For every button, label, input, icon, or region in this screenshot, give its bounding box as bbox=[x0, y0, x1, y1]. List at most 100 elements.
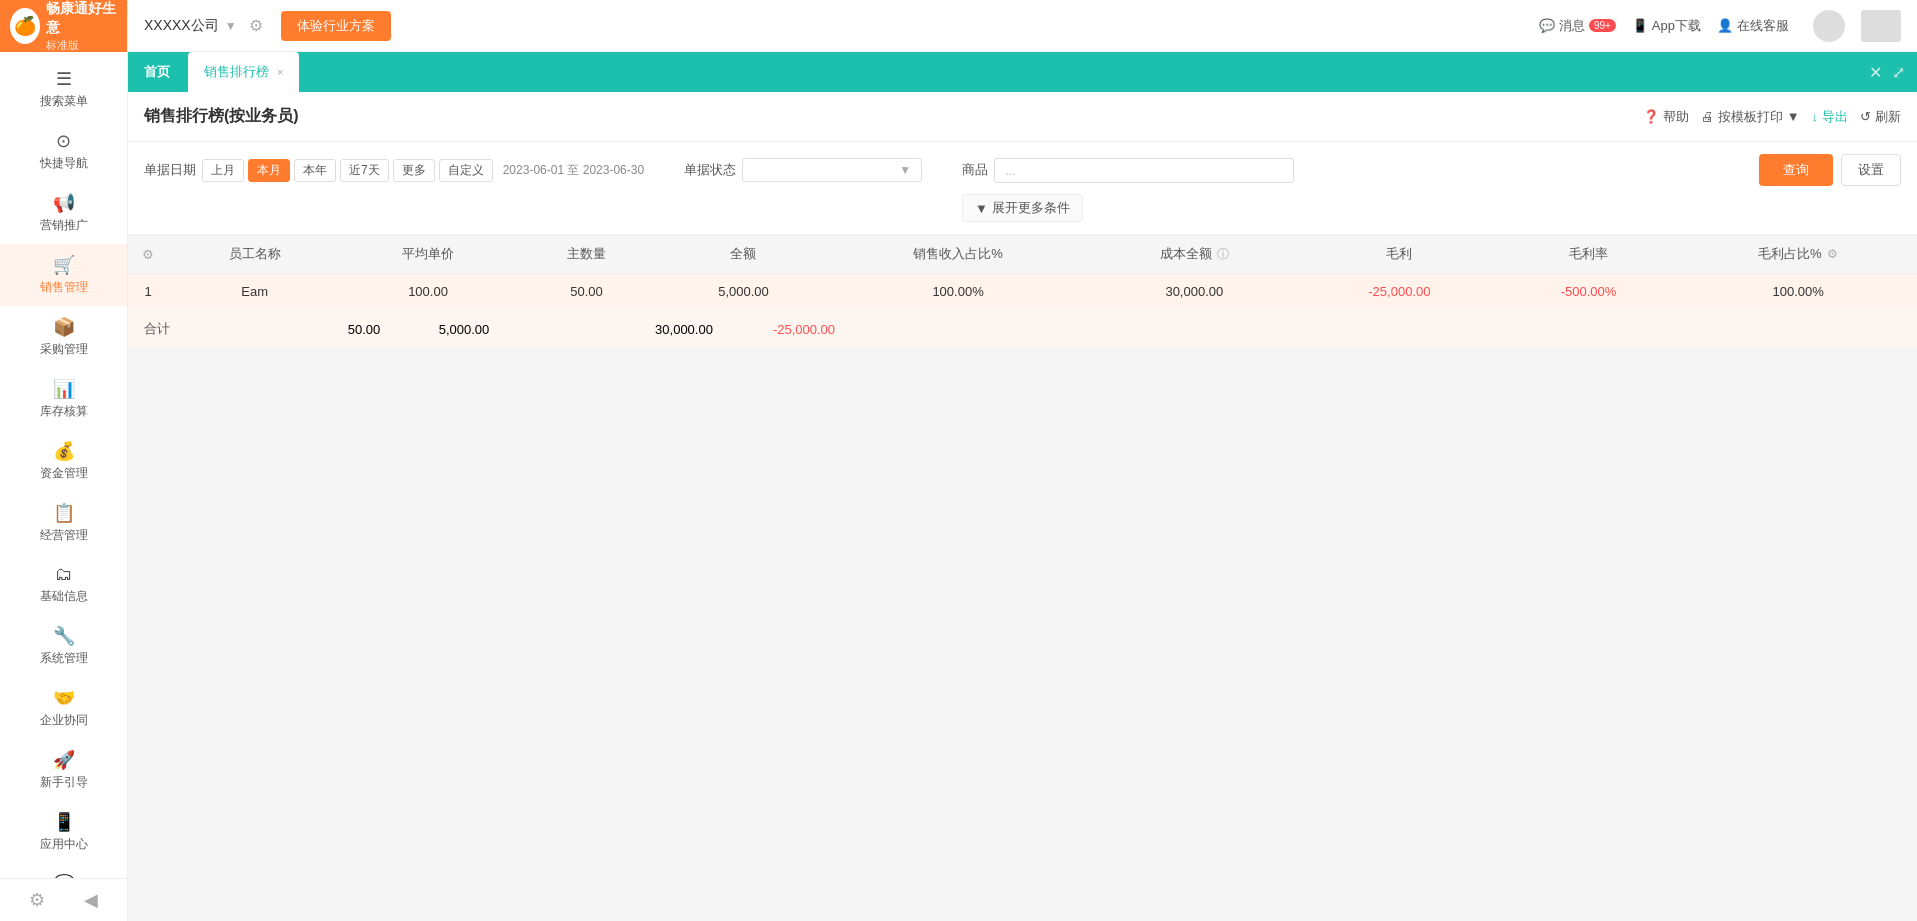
marketing-icon: 📢 bbox=[53, 192, 75, 214]
sidebar-item-finance[interactable]: 💰 资金管理 bbox=[0, 430, 127, 492]
table-cell: 50.00 bbox=[515, 274, 659, 310]
user-avatar[interactable] bbox=[1813, 10, 1845, 42]
column-settings-icon[interactable]: ⚙ bbox=[142, 247, 154, 262]
table-cell: 5,000.00 bbox=[658, 274, 828, 310]
purchase-icon: 📦 bbox=[53, 316, 75, 338]
tab-expand-icon[interactable]: ⤢ bbox=[1892, 63, 1905, 82]
help-btn[interactable]: ❓ 帮助 bbox=[1643, 108, 1689, 126]
filter-row-1: 单据日期 上月 本月 本年 近7天 更多 自定义 2023-06-01 至 20… bbox=[144, 154, 1901, 186]
filter-more-row: ▼ 展开更多条件 bbox=[144, 194, 1901, 222]
goods-filter-label: 商品 bbox=[962, 161, 988, 179]
sidebar: 🍊 畅康通好生意 标准版 ☰ 搜索菜单 ⊙ 快捷导航 📢 营销推广 🛒 销售管理… bbox=[0, 0, 128, 921]
tab-close-icon[interactable]: × bbox=[277, 66, 283, 78]
sidebar-item-marketing[interactable]: 📢 营销推广 bbox=[0, 182, 127, 244]
enterprise-icon: 🤝 bbox=[53, 687, 75, 709]
tab-home[interactable]: 首页 bbox=[128, 52, 186, 92]
table-cell: 100.00% bbox=[1679, 274, 1917, 310]
export-btn[interactable]: ↓ 导出 bbox=[1812, 108, 1849, 126]
goods-select[interactable]: ... bbox=[994, 158, 1294, 183]
trial-button[interactable]: 体验行业方案 bbox=[281, 11, 391, 41]
col-employee: 员工名称 bbox=[168, 235, 341, 274]
company-dropdown-arrow: ▼ bbox=[225, 19, 237, 33]
sidebar-item-quick-nav[interactable]: ⊙ 快捷导航 bbox=[0, 120, 127, 182]
app-download-btn[interactable]: 📱 App下载 bbox=[1632, 17, 1701, 35]
status-filter: 单据状态 ▼ bbox=[684, 158, 922, 182]
sidebar-item-inventory[interactable]: 📊 库存核算 bbox=[0, 368, 127, 430]
sidebar-item-basic-info[interactable]: 🗂 基础信息 bbox=[0, 554, 127, 615]
cost-info-icon[interactable]: ⓘ bbox=[1217, 247, 1229, 261]
status-select[interactable]: ▼ bbox=[742, 158, 922, 182]
goods-filter: 商品 ... bbox=[962, 158, 1294, 183]
sidebar-settings-btn[interactable]: ⚙ bbox=[29, 889, 45, 911]
table-wrapper: ⚙ 员工名称 平均单价 主数量 全额 销售收入占比% 成本全额 ⓘ 毛利 毛利率… bbox=[128, 235, 1917, 310]
online-service-icon: 👤 bbox=[1717, 18, 1733, 33]
status-filter-label: 单据状态 bbox=[684, 161, 736, 179]
total-row: 合计 50.00 5,000.00 30,000.00 -25,000.00 bbox=[128, 310, 1917, 348]
total-label: 合计 bbox=[144, 320, 204, 338]
sidebar-collapse-btn[interactable]: ◀ bbox=[84, 889, 98, 911]
sidebar-item-app-center[interactable]: 📱 应用中心 bbox=[0, 801, 127, 863]
template-print-icon: 🖨 bbox=[1701, 109, 1714, 124]
table-row: 1Eam100.0050.005,000.00100.00%30,000.00-… bbox=[128, 274, 1917, 310]
table-cell: 100.00% bbox=[829, 274, 1088, 310]
table-header-row: ⚙ 员工名称 平均单价 主数量 全额 销售收入占比% 成本全额 ⓘ 毛利 毛利率… bbox=[128, 235, 1917, 274]
date-range-display: 2023-06-01 至 2023-06-30 bbox=[503, 162, 644, 179]
beginner-icon: 🚀 bbox=[53, 749, 75, 771]
app-center-icon: 📱 bbox=[53, 811, 75, 833]
col-total: 全额 bbox=[658, 235, 828, 274]
date-btn-7days[interactable]: 近7天 bbox=[340, 159, 389, 182]
tab-sales-ranking[interactable]: 销售排行榜 × bbox=[188, 52, 299, 92]
sidebar-item-sales[interactable]: 🛒 销售管理 bbox=[0, 244, 127, 306]
col-settings[interactable]: ⚙ bbox=[128, 235, 168, 274]
col-sales-pct: 销售收入占比% bbox=[829, 235, 1088, 274]
chevron-down-icon: ▼ bbox=[975, 201, 988, 216]
tab-right-actions: ✕ ⤢ bbox=[1869, 63, 1917, 82]
sidebar-item-purchase[interactable]: 📦 采购管理 bbox=[0, 306, 127, 368]
table-cell: -500.00% bbox=[1498, 274, 1680, 310]
table-cell: 100.00 bbox=[341, 274, 514, 310]
tab-close-all-icon[interactable]: ✕ bbox=[1869, 63, 1882, 82]
date-btn-prev-month[interactable]: 上月 bbox=[202, 159, 244, 182]
logo-icon: 🍊 bbox=[10, 8, 40, 44]
inventory-icon: 📊 bbox=[53, 378, 75, 400]
logo-text: 畅康通好生意 标准版 bbox=[46, 0, 117, 53]
template-print-arrow: ▼ bbox=[1787, 109, 1800, 124]
refresh-btn[interactable]: ↺ 刷新 bbox=[1860, 108, 1901, 126]
sidebar-item-enterprise-wechat[interactable]: 💬 企业微信 bbox=[0, 863, 127, 878]
sidebar-item-operations[interactable]: 📋 经营管理 bbox=[0, 492, 127, 554]
online-service-btn[interactable]: 👤 在线客服 bbox=[1717, 17, 1789, 35]
template-print-btn[interactable]: 🖨 按模板打印 ▼ bbox=[1701, 108, 1800, 126]
expand-more-btn[interactable]: ▼ 展开更多条件 bbox=[962, 194, 1083, 222]
date-btn-this-year[interactable]: 本年 bbox=[294, 159, 336, 182]
sidebar-item-system[interactable]: 🔧 系统管理 bbox=[0, 615, 127, 677]
sidebar-item-enterprise[interactable]: 🤝 企业协同 bbox=[0, 677, 127, 739]
settings-button[interactable]: 设置 bbox=[1841, 154, 1901, 186]
gross-pct-info-icon[interactable]: ⚙ bbox=[1827, 247, 1838, 261]
date-filter: 单据日期 上月 本月 本年 近7天 更多 自定义 2023-06-01 至 20… bbox=[144, 159, 644, 182]
date-btn-more[interactable]: 更多 bbox=[393, 159, 435, 182]
sidebar-bottom: ⚙ ◀ bbox=[0, 878, 127, 921]
filter-area: 单据日期 上月 本月 本年 近7天 更多 自定义 2023-06-01 至 20… bbox=[128, 142, 1917, 235]
basic-info-icon: 🗂 bbox=[55, 564, 73, 585]
finance-icon: 💰 bbox=[53, 440, 75, 462]
topbar-right: 💬 消息 99+ 📱 App下载 👤 在线客服 bbox=[1539, 10, 1901, 42]
query-button[interactable]: 查询 bbox=[1759, 154, 1833, 186]
date-btn-this-month[interactable]: 本月 bbox=[248, 159, 290, 182]
operations-icon: 📋 bbox=[53, 502, 75, 524]
tabbar: 首页 销售排行榜 × ✕ ⤢ bbox=[128, 52, 1917, 92]
search-order-icon: ☰ bbox=[56, 68, 72, 90]
filter-action-btns: 查询 设置 bbox=[1759, 154, 1901, 186]
topbar-settings-icon[interactable]: ⚙ bbox=[249, 16, 263, 35]
date-btn-custom[interactable]: 自定义 bbox=[439, 159, 493, 182]
col-gross: 毛利 bbox=[1301, 235, 1498, 274]
table-cell: 1 bbox=[128, 274, 168, 310]
col-gross-pct: 毛利占比% ⚙ bbox=[1679, 235, 1917, 274]
data-table: ⚙ 员工名称 平均单价 主数量 全额 销售收入占比% 成本全额 ⓘ 毛利 毛利率… bbox=[128, 235, 1917, 310]
message-icon: 💬 bbox=[1539, 18, 1555, 33]
sidebar-item-search-order[interactable]: ☰ 搜索菜单 bbox=[0, 58, 127, 120]
col-gross-rate: 毛利率 bbox=[1498, 235, 1680, 274]
message-btn[interactable]: 💬 消息 99+ bbox=[1539, 17, 1616, 35]
company-selector[interactable]: XXXXX公司 ▼ bbox=[144, 17, 237, 35]
table-cell: -25,000.00 bbox=[1301, 274, 1498, 310]
sidebar-item-beginner[interactable]: 🚀 新手引导 bbox=[0, 739, 127, 801]
